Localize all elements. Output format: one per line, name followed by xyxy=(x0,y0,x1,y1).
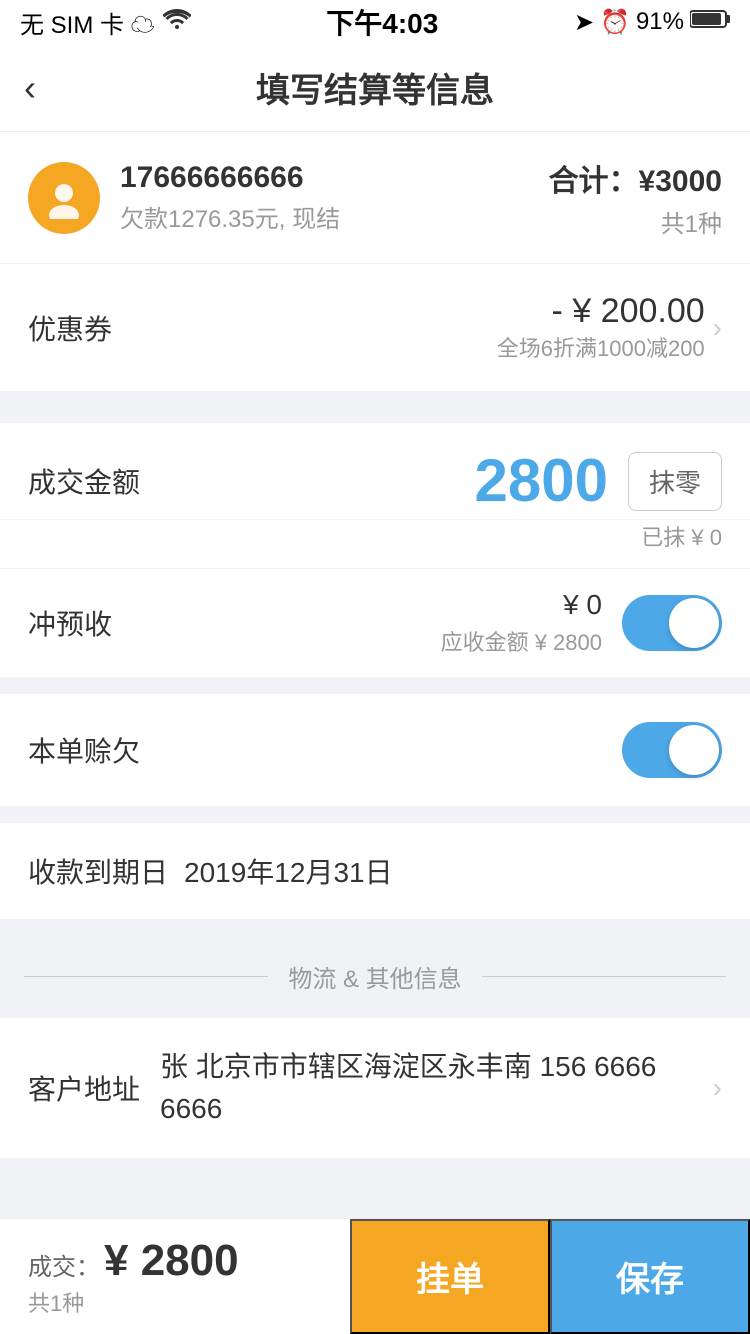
section-divider-3 xyxy=(0,807,750,823)
coupon-row[interactable]: 优惠券 - ¥ 200.00 全场6折满1000减200 › xyxy=(0,264,750,391)
coupon-discount: - ¥ 200.00 xyxy=(497,292,705,331)
battery-percent: 91% xyxy=(636,8,684,36)
bottom-bar: 成交： ¥ 2800 共1种 挂单 保存 xyxy=(0,1218,750,1334)
nav-title: 填写结算等信息 xyxy=(256,63,494,112)
hang-button[interactable]: 挂单 xyxy=(350,1219,550,1334)
user-total: 合计：¥3000 共1种 xyxy=(549,156,722,239)
battery-icon xyxy=(690,8,730,36)
coupon-desc: 全场6折满1000减200 xyxy=(497,331,705,363)
status-right: ➤ ⏰ 91% xyxy=(574,8,730,37)
user-info-card: 17666666666 欠款1276.35元, 现结 合计：¥3000 共1种 … xyxy=(0,132,750,391)
debt-label: 本单赊欠 xyxy=(28,730,140,770)
coupon-right: - ¥ 200.00 全场6折满1000减200 › xyxy=(497,292,722,363)
due-date-label: 收款到期日 xyxy=(28,851,168,891)
avatar xyxy=(28,162,100,234)
prepay-values: ¥ 0 应收金额 ¥ 2800 xyxy=(441,589,602,657)
status-time: 下午4:03 xyxy=(326,2,438,42)
user-row: 17666666666 欠款1276.35元, 现结 合计：¥3000 共1种 xyxy=(0,132,750,264)
save-button[interactable]: 保存 xyxy=(550,1219,750,1334)
bottom-deal-amount: ¥ 2800 xyxy=(104,1236,239,1286)
user-subtitle: 欠款1276.35元, 现结 xyxy=(120,199,549,234)
deal-sub: 已抹 ¥ 0 xyxy=(0,520,750,568)
prepay-label: 冲预收 xyxy=(28,603,112,643)
user-phone: 17666666666 xyxy=(120,161,549,195)
bottom-info: 成交： ¥ 2800 共1种 xyxy=(0,1219,350,1334)
total-count: 共1种 xyxy=(549,204,722,239)
deal-amount-row: 成交金额 2800 抹零 xyxy=(0,423,750,520)
toggle-knob xyxy=(669,598,719,648)
status-bar: 无 SIM 卡 ☁ 下午4:03 ➤ ⏰ 91% xyxy=(0,0,750,44)
debt-toggle-knob xyxy=(669,725,719,775)
bottom-deal-label: 成交： xyxy=(28,1247,100,1282)
logistics-line-right xyxy=(482,976,726,977)
bottom-padding xyxy=(0,1158,750,1198)
location-icon: ➤ xyxy=(574,8,594,37)
section-divider-4 xyxy=(0,919,750,935)
address-value: 张 北京市市辖区海淀区永丰南 156 6666 6666 xyxy=(160,1046,693,1130)
section-divider-1 xyxy=(0,407,750,423)
prepay-row: 冲预收 ¥ 0 应收金额 ¥ 2800 xyxy=(0,568,750,678)
debt-row: 本单赊欠 xyxy=(0,694,750,807)
coupon-label: 优惠券 xyxy=(28,308,112,348)
deal-amount-value: 2800 xyxy=(475,451,608,511)
bottom-deal-count: 共1种 xyxy=(28,1286,322,1318)
content-area: 17666666666 欠款1276.35元, 现结 合计：¥3000 共1种 … xyxy=(0,132,750,1318)
wifi-icon xyxy=(163,8,191,36)
due-date-row: 收款到期日 2019年12月31日 xyxy=(0,823,750,919)
back-button[interactable]: ‹ xyxy=(24,67,36,109)
address-chevron-icon: › xyxy=(713,1072,722,1104)
logistics-header: 物流 & 其他信息 xyxy=(0,935,750,1018)
nav-bar: ‹ 填写结算等信息 xyxy=(0,44,750,132)
prepay-sub: 应收金额 ¥ 2800 xyxy=(441,625,602,657)
status-left: 无 SIM 卡 ☁ xyxy=(20,5,191,40)
round-button[interactable]: 抹零 xyxy=(628,452,722,511)
sim-status: 无 SIM 卡 ☁ xyxy=(20,5,155,40)
due-date-value: 2019年12月31日 xyxy=(184,851,393,891)
section-divider-2 xyxy=(0,678,750,694)
prepay-toggle[interactable] xyxy=(622,595,722,651)
total-amount: 合计：¥3000 xyxy=(549,156,722,200)
user-info: 17666666666 欠款1276.35元, 现结 xyxy=(120,161,549,234)
logistics-text: 物流 & 其他信息 xyxy=(268,959,481,994)
debt-toggle[interactable] xyxy=(622,722,722,778)
prepay-amount: ¥ 0 xyxy=(441,589,602,621)
deal-amount-right: 2800 抹零 xyxy=(475,451,723,511)
address-row[interactable]: 客户地址 张 北京市市辖区海淀区永丰南 156 6666 6666 › xyxy=(0,1018,750,1158)
logistics-line-left xyxy=(24,976,268,977)
alarm-icon: ⏰ xyxy=(600,8,630,37)
address-label: 客户地址 xyxy=(28,1068,140,1108)
deal-amount-section: 成交金额 2800 抹零 已抹 ¥ 0 xyxy=(0,423,750,568)
deal-amount-label: 成交金额 xyxy=(28,461,140,501)
coupon-chevron-icon: › xyxy=(713,312,722,344)
prepay-right: ¥ 0 应收金额 ¥ 2800 xyxy=(441,589,722,657)
